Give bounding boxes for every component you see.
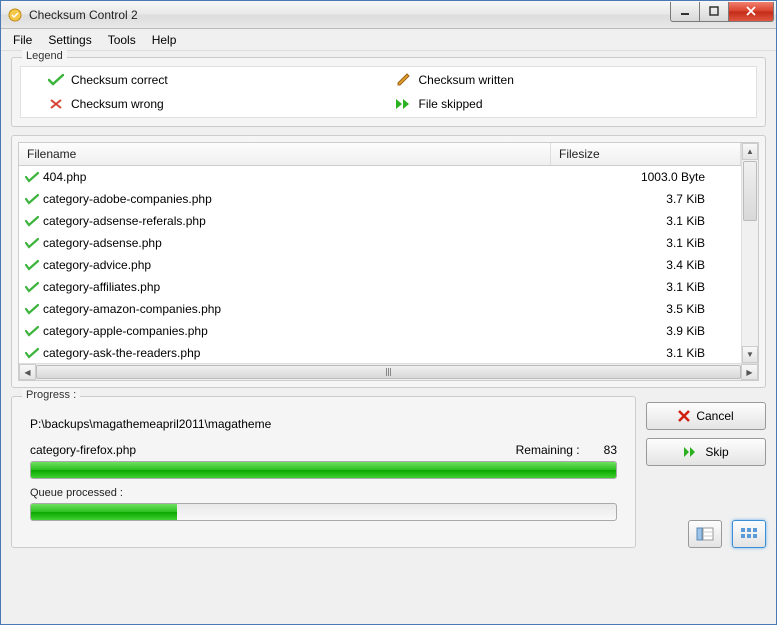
check-icon (25, 216, 39, 227)
table-rows: 404.php 1003.0 Byte category-adobe-compani… (19, 166, 741, 363)
filesize-cell: 3.7 KiB (555, 192, 735, 206)
filename-cell: category-adsense-referals.php (43, 214, 206, 228)
queue-progress-fill (31, 504, 177, 520)
table-group: Filename Filesize 404.php 1003.0 Byte cate… (11, 135, 766, 388)
queue-progressbar (30, 503, 617, 521)
cancel-icon (678, 410, 690, 422)
scroll-up-icon[interactable]: ▲ (742, 143, 758, 160)
table-header[interactable]: Filename Filesize (19, 143, 741, 166)
scroll-left-icon[interactable]: ◀ (19, 364, 36, 380)
check-icon (25, 194, 39, 205)
vertical-scrollbar[interactable]: ▲ ▼ (741, 143, 758, 363)
cancel-label: Cancel (696, 409, 733, 423)
filesize-cell: 3.1 KiB (555, 236, 735, 250)
remaining-value: 83 (604, 443, 617, 457)
scroll-thumb[interactable] (743, 161, 757, 221)
pencil-icon (389, 73, 419, 87)
side-buttons: Cancel Skip (646, 396, 766, 548)
filename-cell: category-adobe-companies.php (43, 192, 212, 206)
table-row[interactable]: category-adsense.php 3.1 KiB (19, 232, 741, 254)
scroll-right-icon[interactable]: ▶ (741, 364, 758, 380)
filename-cell: category-affiliates.php (43, 280, 160, 294)
menu-settings[interactable]: Settings (40, 31, 99, 49)
file-progress-fill (31, 462, 616, 478)
app-icon (7, 7, 23, 23)
filesize-cell: 3.1 KiB (555, 280, 735, 294)
menu-tools[interactable]: Tools (100, 31, 144, 49)
legend-group: Legend Checksum correct Checksum written… (11, 57, 766, 127)
legend-grid: Checksum correct Checksum written Checks… (20, 66, 757, 118)
check-icon (25, 326, 39, 337)
progress-group: Progress : P:\backups\magathemeapril2011… (11, 396, 636, 548)
check-icon (25, 260, 39, 271)
filename-cell: 404.php (43, 170, 86, 184)
legend-label: Checksum wrong (71, 97, 389, 111)
titlebar[interactable]: Checksum Control 2 (1, 1, 776, 29)
table-row[interactable]: category-advice.php 3.4 KiB (19, 254, 741, 276)
skip-label: Skip (705, 445, 728, 459)
horizontal-scrollbar[interactable]: ◀ ▶ (19, 363, 758, 380)
filesize-cell: 3.1 KiB (555, 346, 735, 360)
filename-cell: category-adsense.php (43, 236, 162, 250)
table-row[interactable]: category-affiliates.php 3.1 KiB (19, 276, 741, 298)
skip-icon (389, 98, 419, 110)
table-row[interactable]: 404.php 1003.0 Byte (19, 166, 741, 188)
remaining-label: Remaining : (516, 443, 580, 457)
filename-cell: category-amazon-companies.php (43, 302, 221, 316)
check-icon (25, 304, 39, 315)
legend-label: File skipped (419, 97, 737, 111)
table-row[interactable]: category-apple-companies.php 3.9 KiB (19, 320, 741, 342)
file-table: Filename Filesize 404.php 1003.0 Byte cate… (18, 142, 759, 381)
table-row[interactable]: category-ask-the-readers.php 3.1 KiB (19, 342, 741, 363)
menu-file[interactable]: File (5, 31, 40, 49)
check-icon (25, 282, 39, 293)
skip-icon (683, 447, 699, 457)
table-row[interactable]: category-adobe-companies.php 3.7 KiB (19, 188, 741, 210)
minimize-button[interactable] (670, 2, 700, 22)
grid-view-button[interactable] (732, 520, 766, 548)
col-filename[interactable]: Filename (19, 143, 551, 165)
cancel-button[interactable]: Cancel (646, 402, 766, 430)
window-controls (671, 2, 774, 22)
current-file: category-firefox.php (30, 443, 136, 457)
hscroll-thumb[interactable] (36, 365, 741, 379)
menu-help[interactable]: Help (144, 31, 185, 49)
filesize-cell: 3.5 KiB (555, 302, 735, 316)
filesize-cell: 3.1 KiB (555, 214, 735, 228)
scroll-down-icon[interactable]: ▼ (742, 346, 758, 363)
legend-title: Legend (22, 50, 67, 62)
cross-icon (41, 98, 71, 110)
check-icon (41, 74, 71, 86)
maximize-button[interactable] (699, 2, 729, 22)
legend-label: Checksum written (419, 73, 737, 87)
queue-label: Queue processed : (30, 487, 617, 499)
list-view-button[interactable] (688, 520, 722, 548)
col-filesize[interactable]: Filesize (551, 143, 741, 165)
filesize-cell: 3.9 KiB (555, 324, 735, 338)
legend-label: Checksum correct (71, 73, 389, 87)
table-row[interactable]: category-amazon-companies.php 3.5 KiB (19, 298, 741, 320)
check-icon (25, 348, 39, 359)
close-button[interactable] (728, 2, 774, 22)
filesize-cell: 1003.0 Byte (555, 170, 735, 184)
app-window: Checksum Control 2 File Settings Tools H… (0, 0, 777, 625)
progress-title: Progress : (22, 389, 80, 401)
filename-cell: category-apple-companies.php (43, 324, 208, 338)
view-toggle (646, 506, 766, 548)
grid-view-icon (740, 527, 758, 541)
content-area: Legend Checksum correct Checksum written… (1, 51, 776, 624)
filename-cell: category-advice.php (43, 258, 151, 272)
list-view-icon (696, 527, 714, 541)
menubar: File Settings Tools Help (1, 29, 776, 51)
filename-cell: category-ask-the-readers.php (43, 346, 200, 360)
filesize-cell: 3.4 KiB (555, 258, 735, 272)
check-icon (25, 238, 39, 249)
table-row[interactable]: category-adsense-referals.php 3.1 KiB (19, 210, 741, 232)
check-icon (25, 172, 39, 183)
progress-path: P:\backups\magathemeapril2011\magatheme (30, 417, 617, 431)
file-progressbar (30, 461, 617, 479)
skip-button[interactable]: Skip (646, 438, 766, 466)
window-title: Checksum Control 2 (29, 8, 671, 22)
bottom-panel: Progress : P:\backups\magathemeapril2011… (11, 396, 766, 548)
